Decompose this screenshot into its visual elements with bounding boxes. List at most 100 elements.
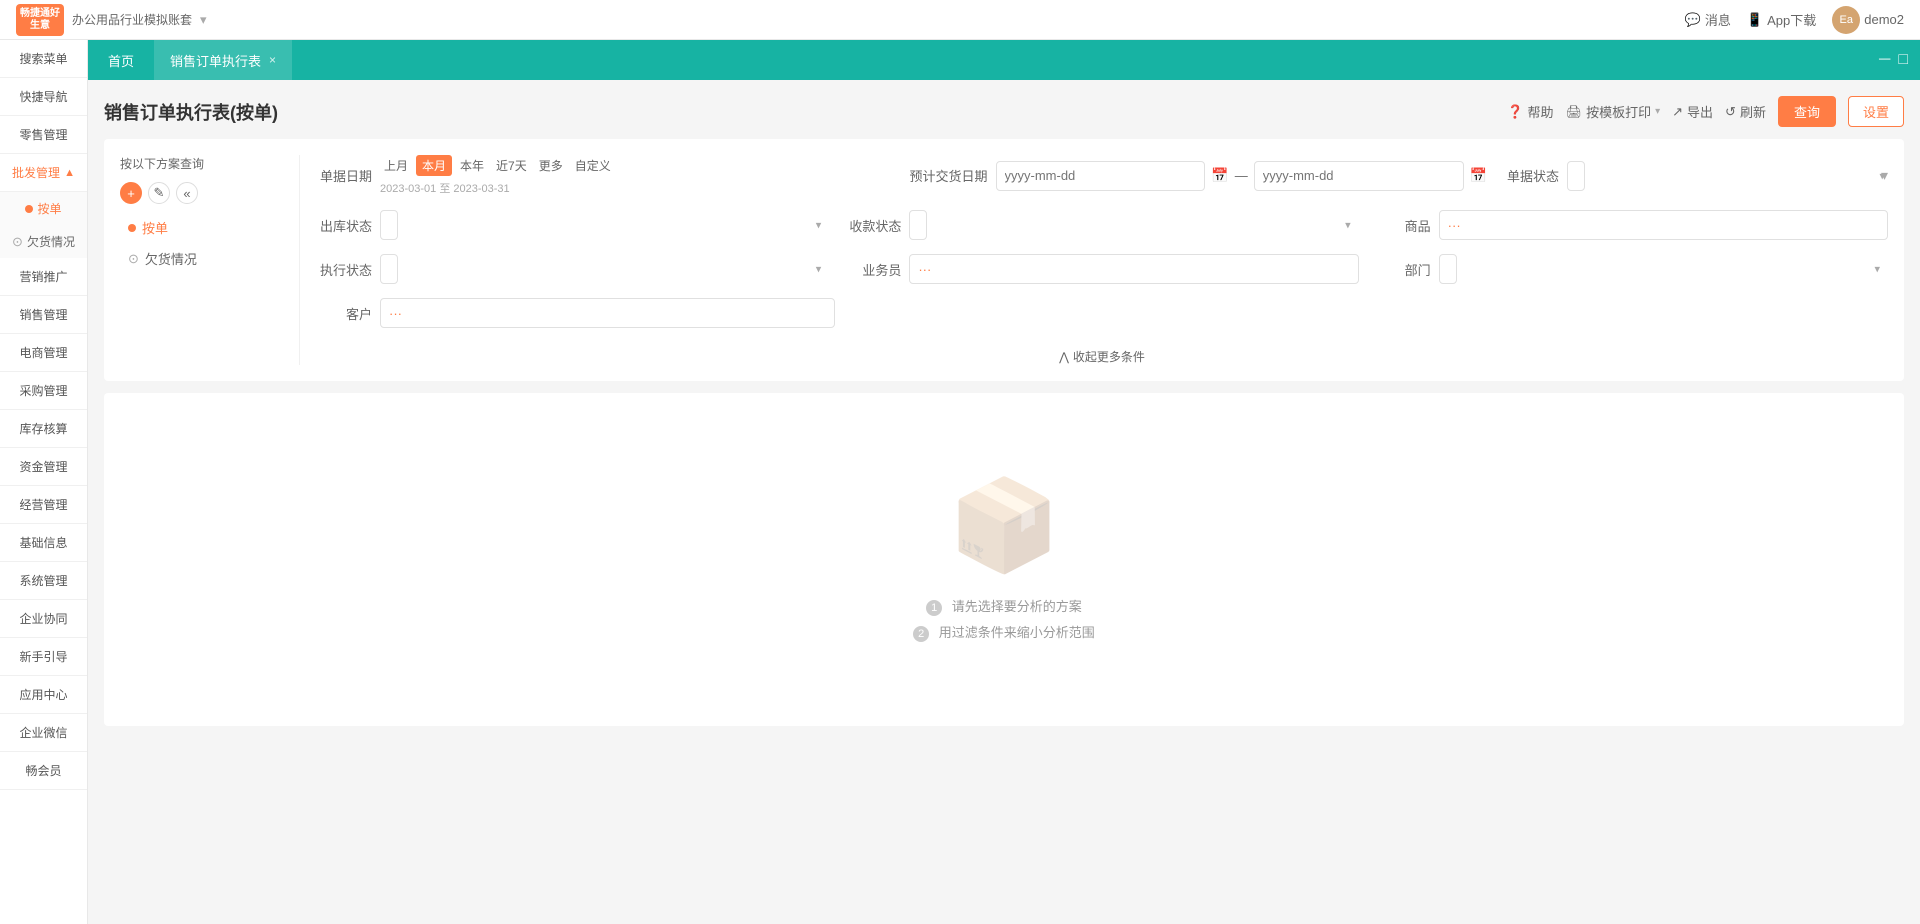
cal-icon-right: 📅 bbox=[1470, 167, 1487, 184]
sidebar-item-apps[interactable]: 应用中心 bbox=[0, 676, 87, 714]
refresh-label: 刷新 bbox=[1740, 102, 1766, 121]
filter-field-expected-date: 预计交货日期 📅 — 📅 bbox=[910, 161, 1488, 191]
receipt-status-select[interactable] bbox=[909, 210, 927, 240]
add-plan-button[interactable]: + bbox=[120, 182, 142, 204]
empty-illustration: 📦 bbox=[948, 473, 1060, 578]
filter-row-2: 出库状态 收款状态 bbox=[316, 210, 1888, 240]
filter-field-doc-status: 单据状态 ▾ bbox=[1503, 161, 1888, 191]
plan-press-label: 按单 bbox=[142, 218, 168, 237]
tab-home[interactable]: 首页 bbox=[88, 40, 154, 80]
sidebar-item-wechat[interactable]: 企业微信 bbox=[0, 714, 87, 752]
expected-date-from[interactable] bbox=[996, 161, 1206, 191]
tab-home-label: 首页 bbox=[108, 51, 134, 70]
print-button[interactable]: 🖨 按模板打印 ▾ bbox=[1566, 102, 1661, 121]
stock-status-label: 出库状态 bbox=[316, 216, 372, 235]
tab-minimize-icon[interactable]: ─ bbox=[1879, 51, 1890, 69]
stock-status-select-wrapper bbox=[380, 210, 829, 240]
sidebar-label-system: 系统管理 bbox=[4, 572, 83, 589]
app-dropdown-icon[interactable]: ▾ bbox=[200, 12, 207, 28]
collapse-plan-button[interactable]: « bbox=[176, 182, 198, 204]
collapse-bar[interactable]: ⋀ 收起更多条件 bbox=[316, 342, 1888, 365]
date-range-hint: 2023-03-01 至 2023-03-31 bbox=[380, 180, 894, 196]
user-profile[interactable]: Ea demo2 bbox=[1832, 6, 1904, 34]
sidebar-item-operation[interactable]: 经营管理 bbox=[0, 486, 87, 524]
tab-sales-exec[interactable]: 销售订单执行表 × bbox=[154, 40, 292, 80]
date-tab-more[interactable]: 更多 bbox=[535, 155, 567, 176]
refresh-button[interactable]: ↺ 刷新 bbox=[1725, 102, 1766, 121]
filter-field-customer: 客户 bbox=[316, 298, 835, 328]
sidebar-item-retail[interactable]: 零售管理 bbox=[0, 116, 87, 154]
settings-button[interactable]: 设置 bbox=[1848, 96, 1904, 127]
tab-maximize-icon[interactable]: □ bbox=[1898, 51, 1908, 69]
salesperson-input[interactable] bbox=[909, 254, 1358, 284]
export-icon: ↗ bbox=[1672, 104, 1683, 120]
filter-field-salesperson: 业务员 bbox=[845, 254, 1358, 284]
sidebar-label-operation: 经营管理 bbox=[4, 496, 83, 513]
date-tab-current-month[interactable]: 本月 bbox=[416, 155, 452, 176]
sidebar-item-marketing[interactable]: 营销推广 bbox=[0, 258, 87, 296]
filter-right: 单据日期 上月 本月 本年 近7天 更多 自定义 bbox=[300, 155, 1888, 365]
cal-icon-left: 📅 bbox=[1211, 167, 1228, 184]
print-dropdown-icon: ▾ bbox=[1655, 106, 1660, 117]
tab-sales-exec-label: 销售订单执行表 bbox=[170, 51, 261, 70]
customer-input[interactable] bbox=[380, 298, 835, 328]
sidebar-sub-label-press: 按单 bbox=[37, 200, 61, 217]
empty-text-1: 1 请先选择要分析的方案 bbox=[926, 594, 1082, 620]
tab-close-icon[interactable]: × bbox=[269, 53, 276, 67]
salesperson-label: 业务员 bbox=[845, 260, 901, 279]
export-button[interactable]: ↗ 导出 bbox=[1672, 102, 1713, 121]
sidebar-label-apps: 应用中心 bbox=[4, 686, 83, 703]
sidebar-item-sales[interactable]: 销售管理 bbox=[0, 296, 87, 334]
tab-bar-actions: ─ □ bbox=[1879, 51, 1920, 69]
doc-status-select[interactable] bbox=[1567, 161, 1585, 191]
sidebar-item-newbie[interactable]: 新手引导 bbox=[0, 638, 87, 676]
date-tab-custom[interactable]: 自定义 bbox=[571, 155, 615, 176]
edit-plan-icon: ✎ bbox=[154, 185, 165, 201]
filter-left-title: 按以下方案查询 bbox=[120, 155, 287, 172]
sidebar-sub-item-press[interactable]: 按单 bbox=[0, 192, 87, 225]
exec-status-label: 执行状态 bbox=[316, 260, 372, 279]
sidebar-label-quick-nav: 快捷导航 bbox=[4, 88, 83, 105]
sidebar-item-quick-nav[interactable]: 快捷导航 bbox=[0, 78, 87, 116]
sidebar-item-stock[interactable]: 库存核算 bbox=[0, 410, 87, 448]
sidebar-label-marketing: 营销推广 bbox=[4, 268, 83, 285]
edit-plan-button[interactable]: ✎ bbox=[148, 182, 170, 204]
app-download-label: App下载 bbox=[1767, 10, 1816, 29]
sidebar-wholesale-sub: 按单 ⊙ 欠货情况 bbox=[0, 192, 87, 258]
date-tab-prev-month[interactable]: 上月 bbox=[380, 155, 412, 176]
plan-item-debt[interactable]: ⊙ 欠货情况 bbox=[120, 243, 287, 274]
filter-panel: 按以下方案查询 + ✎ « bbox=[104, 139, 1904, 381]
sidebar-item-wholesale[interactable]: 批发管理 ▲ bbox=[0, 154, 87, 192]
app-download-button[interactable]: 📱 App下载 bbox=[1747, 10, 1816, 29]
press-dot bbox=[25, 205, 33, 213]
sidebar-item-member[interactable]: 畅会员 bbox=[0, 752, 87, 790]
topbar: 畅捷通好生意 办公用品行业模拟账套 ▾ 💬 消息 📱 App下载 Ea demo… bbox=[0, 0, 1920, 40]
sidebar-item-finance[interactable]: 资金管理 bbox=[0, 448, 87, 486]
sidebar-item-ecommerce[interactable]: 电商管理 bbox=[0, 334, 87, 372]
sidebar-item-purchase[interactable]: 采购管理 bbox=[0, 372, 87, 410]
expected-date-to[interactable] bbox=[1254, 161, 1464, 191]
help-button[interactable]: ❓ 帮助 bbox=[1507, 102, 1553, 121]
user-name: demo2 bbox=[1864, 12, 1904, 27]
help-icon: ❓ bbox=[1507, 104, 1523, 120]
sidebar-item-search[interactable]: 搜索菜单 bbox=[0, 40, 87, 78]
filter-left-title-text: 按以下方案查询 bbox=[120, 155, 204, 172]
message-button[interactable]: 💬 消息 bbox=[1685, 10, 1731, 29]
sidebar-item-basic[interactable]: 基础信息 bbox=[0, 524, 87, 562]
date-tab-current-year[interactable]: 本年 bbox=[456, 155, 488, 176]
exec-status-select[interactable] bbox=[380, 254, 398, 284]
goods-input[interactable] bbox=[1439, 210, 1888, 240]
sidebar-sub-item-debt[interactable]: ⊙ 欠货情况 bbox=[0, 225, 87, 258]
stock-status-select[interactable] bbox=[380, 210, 398, 240]
sidebar-item-enterprise[interactable]: 企业协同 bbox=[0, 600, 87, 638]
search-button[interactable]: 查询 bbox=[1778, 96, 1836, 127]
filter-field-date: 单据日期 上月 本月 本年 近7天 更多 自定义 bbox=[316, 155, 894, 196]
plan-item-press[interactable]: 按单 bbox=[120, 212, 287, 243]
sidebar-item-system[interactable]: 系统管理 bbox=[0, 562, 87, 600]
dept-select[interactable] bbox=[1439, 254, 1457, 284]
empty-state: 📦 1 请先选择要分析的方案 2 用过滤条件来缩小分析范围 bbox=[104, 393, 1904, 726]
date-tab-7days[interactable]: 近7天 bbox=[492, 155, 531, 176]
empty-text-2: 2 用过滤条件来缩小分析范围 bbox=[913, 620, 1095, 646]
message-icon: 💬 bbox=[1685, 12, 1701, 28]
sidebar-label-sales: 销售管理 bbox=[4, 306, 83, 323]
